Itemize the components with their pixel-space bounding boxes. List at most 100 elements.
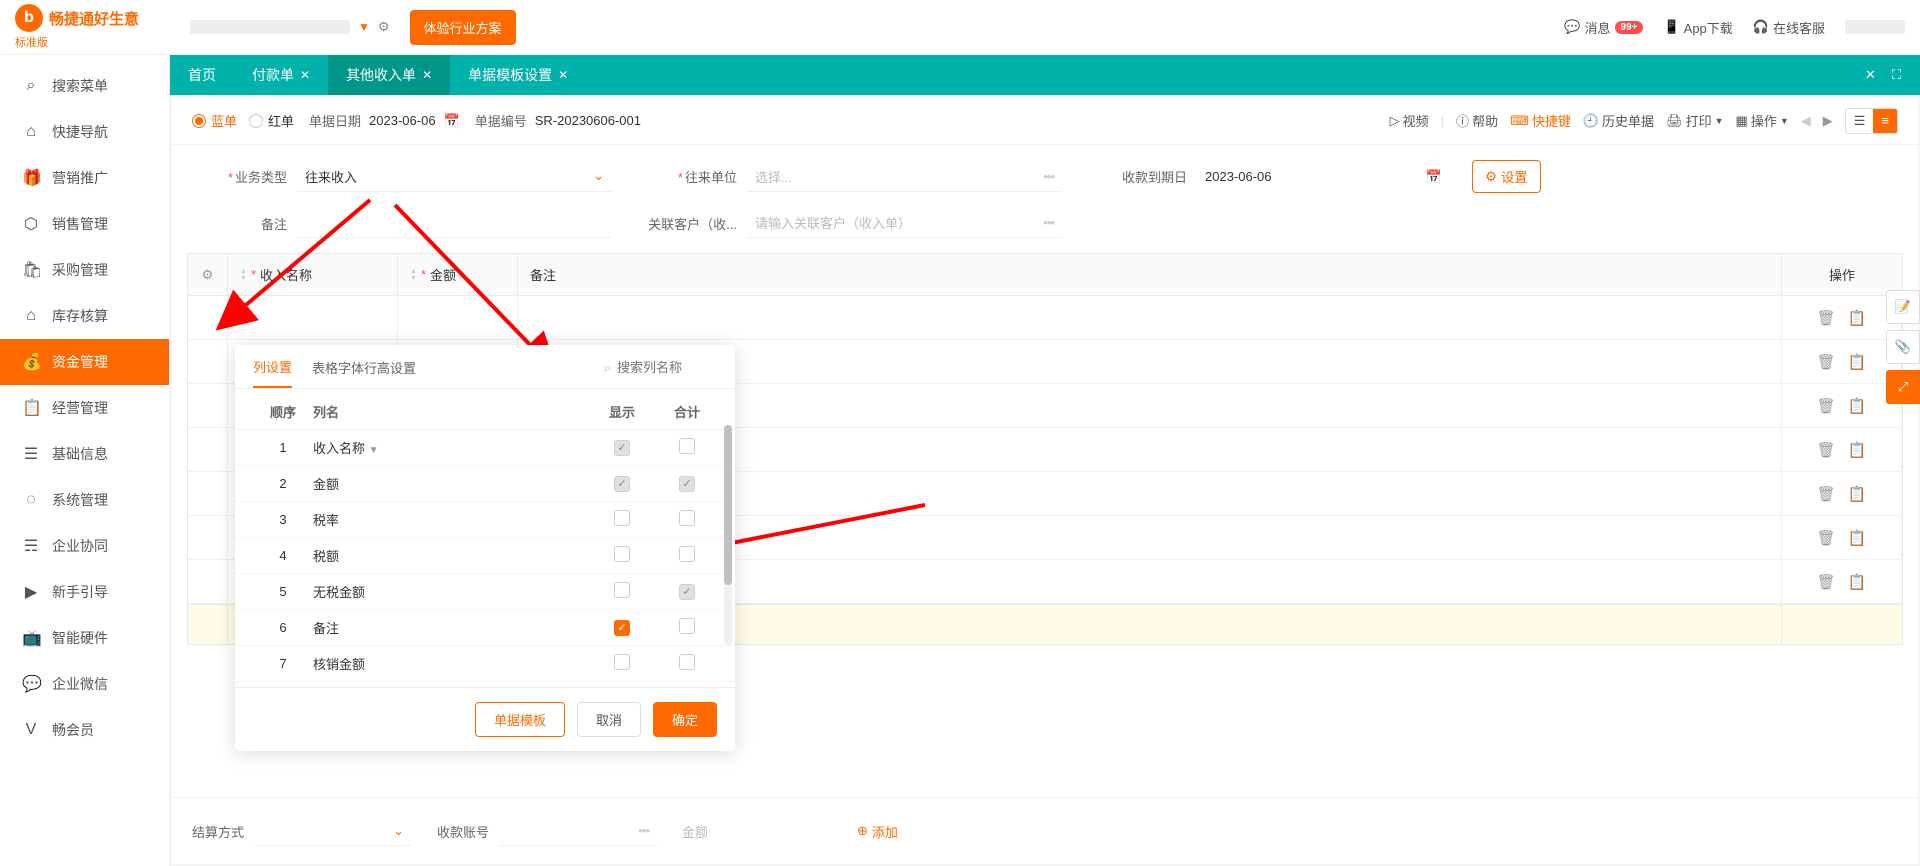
fullscreen-button[interactable]: ⛶ <box>1888 63 1905 87</box>
add-settlement-button[interactable]: ⊕添加 <box>857 822 898 841</box>
checkbox[interactable]: ✓ <box>614 476 630 492</box>
checkbox[interactable] <box>679 654 695 670</box>
radio-red-doc[interactable]: 红单 <box>249 111 294 130</box>
confirm-button[interactable]: 确定 <box>653 702 717 737</box>
copy-icon[interactable]: 📋 <box>1848 485 1867 503</box>
col-income-name[interactable]: ▲▼ *收入名称 <box>228 254 398 295</box>
remark-input[interactable] <box>297 208 612 238</box>
sidebar-item[interactable]: ▶新手引导 <box>0 569 169 615</box>
help-button[interactable]: ⓘ帮助 <box>1456 111 1498 130</box>
history-button[interactable]: 🕘历史单据 <box>1583 111 1654 130</box>
sidebar-item[interactable]: ☴企业协同 <box>0 523 169 569</box>
prev-button[interactable]: ◀ <box>1801 113 1811 129</box>
menu-icon: 📺 <box>22 628 40 648</box>
checkbox[interactable]: ✓ <box>679 476 695 492</box>
tab-column-settings[interactable]: 列设置 <box>253 357 292 388</box>
sidebar-item[interactable]: ☰基础信息 <box>0 431 169 477</box>
sidebar-item[interactable]: ⌂库存核算 <box>0 293 169 339</box>
message-button[interactable]: 💬 消息 99+ <box>1564 18 1643 37</box>
org-selector[interactable]: ▼ ⚙ <box>190 19 390 35</box>
checkbox[interactable] <box>679 510 695 526</box>
tab[interactable]: 单据模板设置✕ <box>450 55 586 95</box>
doc-date-value[interactable]: 2023-06-06 <box>369 113 436 128</box>
sidebar-item[interactable]: 📺智能硬件 <box>0 615 169 661</box>
sidebar-item[interactable]: V畅会员 <box>0 707 169 753</box>
biz-type-select[interactable]: 往来收入 ⌄ <box>297 162 612 192</box>
shortcut-button[interactable]: ⌨快捷键 <box>1510 111 1571 130</box>
settle-method-select[interactable]: ⌄ <box>254 816 412 846</box>
close-icon[interactable]: ✕ <box>558 68 568 82</box>
tab[interactable]: 其他收入单✕ <box>328 55 450 95</box>
close-icon[interactable]: ✕ <box>300 68 310 82</box>
popup-scrollbar[interactable] <box>724 425 732 645</box>
cancel-button[interactable]: 取消 <box>577 702 641 737</box>
checkbox[interactable] <box>679 546 695 562</box>
calendar-icon[interactable]: 📅 <box>1426 169 1442 185</box>
copy-icon[interactable]: 📋 <box>1848 529 1867 547</box>
tab[interactable]: 首页 <box>170 55 234 95</box>
settings-button[interactable]: ⚙设置 <box>1472 160 1541 193</box>
grid-settings-button[interactable]: ⚙ <box>188 254 228 295</box>
copy-icon[interactable]: 📋 <box>1848 573 1867 591</box>
float-note-button[interactable]: 📝 <box>1886 290 1920 324</box>
calendar-icon[interactable]: 📅 <box>444 113 460 129</box>
sidebar-item[interactable]: 💬企业微信 <box>0 661 169 707</box>
industry-scheme-button[interactable]: 体验行业方案 <box>410 10 516 45</box>
view-detail-button[interactable]: ≡ <box>1873 109 1897 133</box>
gear-icon[interactable]: ⚙ <box>378 19 390 35</box>
user-avatar[interactable] <box>1845 20 1905 34</box>
video-button[interactable]: ▷视频 <box>1390 111 1429 130</box>
checkbox[interactable]: ✓ <box>614 440 630 456</box>
sidebar-item[interactable]: ◌系统管理 <box>0 477 169 523</box>
checkbox[interactable] <box>679 618 695 634</box>
delete-icon[interactable]: 🗑 <box>1817 529 1836 547</box>
view-list-button[interactable]: ☰ <box>1846 109 1874 133</box>
delete-icon[interactable]: 🗑 <box>1817 309 1836 327</box>
float-expand-button[interactable]: ⤢ <box>1886 370 1920 404</box>
doc-template-button[interactable]: 单据模板 <box>475 702 565 737</box>
column-search-input[interactable] <box>617 360 717 375</box>
checkbox[interactable] <box>679 438 695 454</box>
delete-icon[interactable]: 🗑 <box>1817 441 1836 459</box>
table-row[interactable]: 🗑📋 <box>188 296 1902 340</box>
sidebar-item[interactable]: ⌂快捷导航 <box>0 109 169 155</box>
col-remark[interactable]: 备注 <box>518 254 1782 295</box>
checkbox[interactable]: ✓ <box>614 620 630 636</box>
relate-customer-input[interactable]: 请输入关联客户（收入单） ••• <box>747 208 1062 238</box>
checkbox[interactable]: ✓ <box>679 584 695 600</box>
app-download-button[interactable]: 📱 App下载 <box>1663 18 1732 37</box>
delete-icon[interactable]: 🗑 <box>1817 353 1836 371</box>
close-tab-button[interactable]: ✕ <box>1861 63 1880 87</box>
checkbox[interactable] <box>614 510 630 526</box>
sidebar-item[interactable]: 🛍采购管理 <box>0 247 169 293</box>
float-attach-button[interactable]: 📎 <box>1886 330 1920 364</box>
tab-font-rowheight[interactable]: 表格字体行高设置 <box>312 358 416 387</box>
checkbox[interactable] <box>614 546 630 562</box>
copy-icon[interactable]: 📋 <box>1848 397 1867 415</box>
checkbox[interactable] <box>614 654 630 670</box>
sidebar-item[interactable]: 💰资金管理 <box>0 339 169 385</box>
copy-icon[interactable]: 📋 <box>1848 441 1867 459</box>
print-button[interactable]: 🖨打印▼ <box>1666 111 1723 130</box>
delete-icon[interactable]: 🗑 <box>1817 573 1836 591</box>
tab[interactable]: 付款单✕ <box>234 55 328 95</box>
next-button[interactable]: ▶ <box>1823 113 1833 129</box>
copy-icon[interactable]: 📋 <box>1848 309 1867 327</box>
close-icon[interactable]: ✕ <box>422 68 432 82</box>
col-amount[interactable]: ▲▼ *金额 <box>398 254 518 295</box>
operation-button[interactable]: ▦操作▼ <box>1736 111 1789 130</box>
sidebar-item[interactable]: ⌕搜索菜单 <box>0 63 169 109</box>
sidebar-item[interactable]: ⬡销售管理 <box>0 201 169 247</box>
checkbox[interactable] <box>614 582 630 598</box>
sidebar-item[interactable]: 📋经营管理 <box>0 385 169 431</box>
play-icon: ▷ <box>1390 113 1400 129</box>
partner-select[interactable]: 选择... ••• <box>747 162 1062 192</box>
sidebar-item[interactable]: 🎁营销推广 <box>0 155 169 201</box>
due-date-input[interactable]: 2023-06-06 <box>1197 162 1416 192</box>
delete-icon[interactable]: 🗑 <box>1817 485 1836 503</box>
copy-icon[interactable]: 📋 <box>1848 353 1867 371</box>
radio-blue-doc[interactable]: 蓝单 <box>192 111 237 130</box>
account-select[interactable]: ••• <box>499 816 657 846</box>
delete-icon[interactable]: 🗑 <box>1817 397 1836 415</box>
online-service-button[interactable]: 🎧 在线客服 <box>1753 18 1825 37</box>
